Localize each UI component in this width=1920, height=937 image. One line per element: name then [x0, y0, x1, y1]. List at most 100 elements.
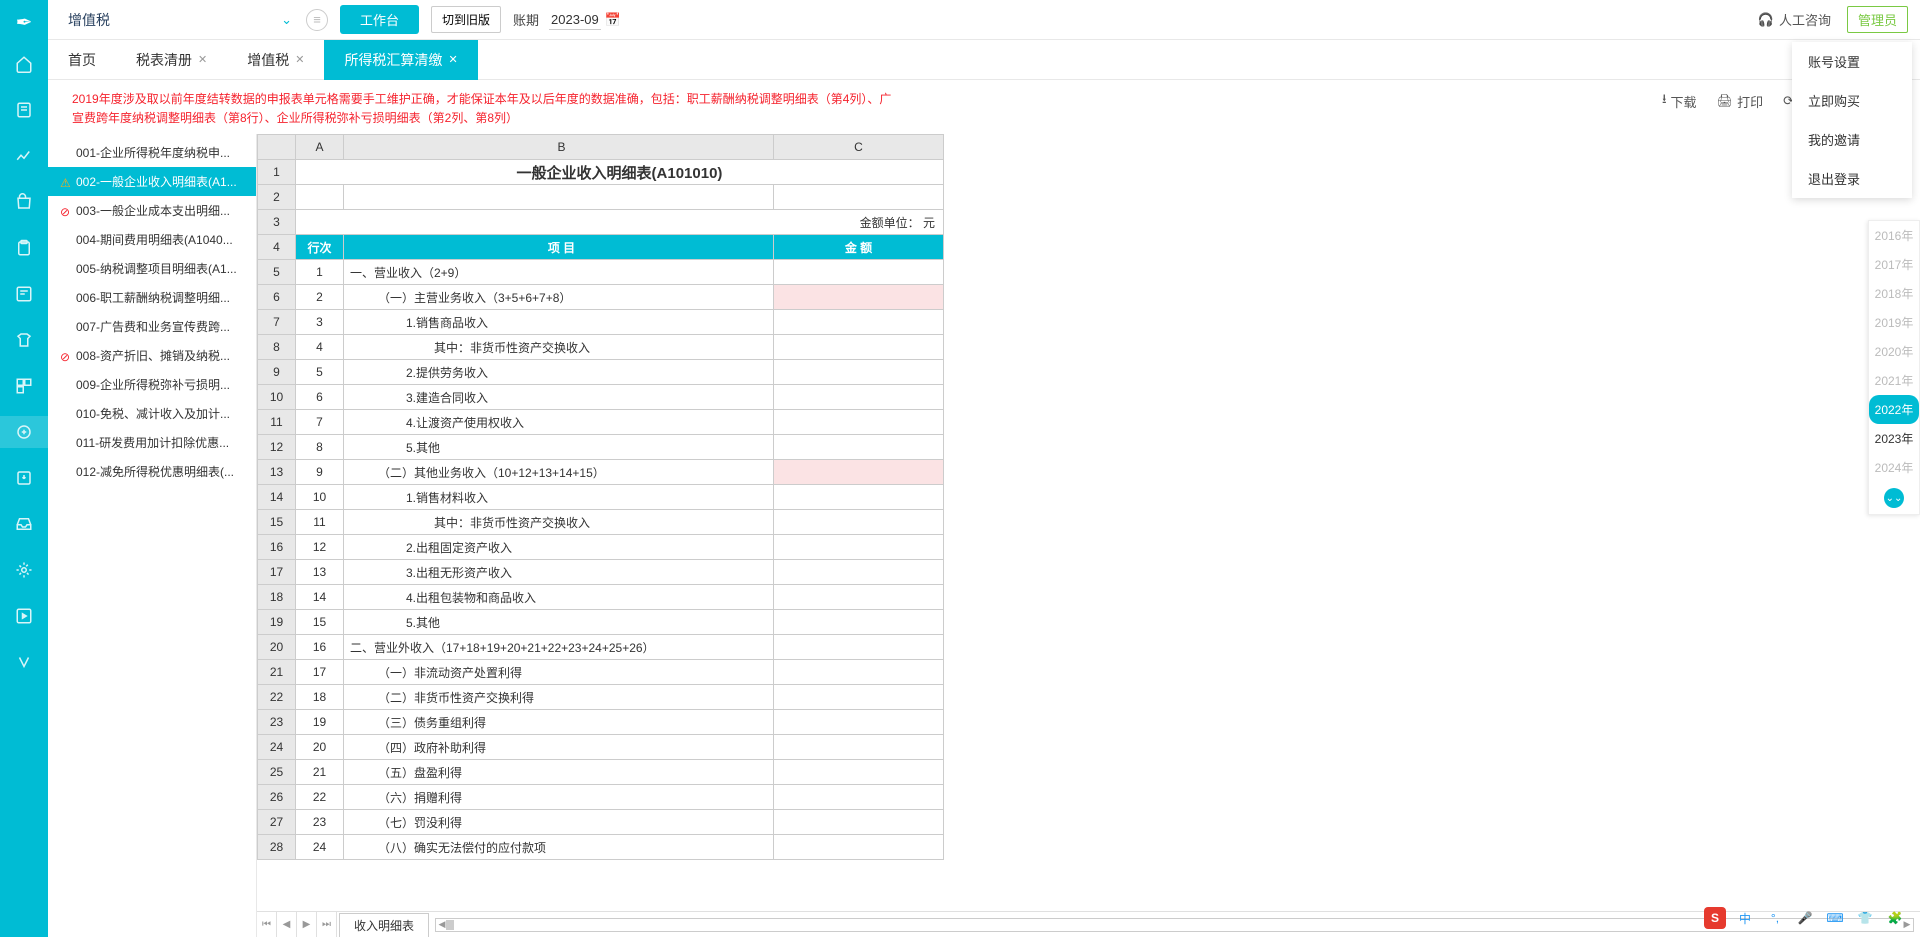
row-header[interactable]: 22 — [258, 685, 296, 710]
nav-chart-icon[interactable] — [0, 140, 48, 172]
year-option[interactable]: 2022年 — [1869, 395, 1919, 424]
row-header[interactable]: 25 — [258, 760, 296, 785]
col-header-c[interactable]: C — [774, 135, 944, 160]
cell-rownum[interactable]: 17 — [296, 660, 344, 685]
info-icon[interactable]: ≡ — [306, 9, 328, 31]
nav-bag-icon[interactable] — [0, 186, 48, 218]
year-option[interactable]: 2018年 — [1869, 279, 1919, 308]
tab-0[interactable]: 首页 — [48, 40, 116, 80]
cell-item[interactable]: （五）盘盈利得 — [344, 760, 774, 785]
close-icon[interactable]: ✕ — [295, 53, 304, 66]
form-item[interactable]: ⊘008-资产折旧、摊销及纳税... — [48, 341, 256, 370]
cell-amount[interactable] — [774, 635, 944, 660]
cell-amount[interactable] — [774, 335, 944, 360]
cell-amount[interactable] — [774, 735, 944, 760]
cell-amount[interactable] — [774, 585, 944, 610]
row-header[interactable]: 11 — [258, 410, 296, 435]
year-option[interactable]: 2017年 — [1869, 250, 1919, 279]
cell-item[interactable]: 其中：非货币性资产交换收入 — [344, 510, 774, 535]
cell-amount[interactable] — [774, 510, 944, 535]
consult-button[interactable]: 🎧 人工咨询 — [1758, 10, 1831, 29]
cell-amount[interactable] — [774, 785, 944, 810]
cell-amount[interactable] — [774, 710, 944, 735]
row-header[interactable]: 23 — [258, 710, 296, 735]
row-header[interactable]: 10 — [258, 385, 296, 410]
row-header[interactable]: 5 — [258, 260, 296, 285]
cell-item[interactable]: 5.其他 — [344, 610, 774, 635]
row-header[interactable]: 4 — [258, 235, 296, 260]
cell-amount[interactable] — [774, 435, 944, 460]
form-item[interactable]: 004-期间费用明细表(A1040... — [48, 225, 256, 254]
form-item[interactable]: 009-企业所得税弥补亏损明... — [48, 370, 256, 399]
nav-tshirt-icon[interactable] — [0, 324, 48, 356]
form-item[interactable]: ⊘003-一般企业成本支出明细... — [48, 196, 256, 225]
sheet-first-icon[interactable]: ⏮ — [257, 912, 277, 937]
row-header[interactable]: 7 — [258, 310, 296, 335]
cell-amount[interactable] — [774, 685, 944, 710]
nav-form-icon[interactable] — [0, 278, 48, 310]
row-header[interactable]: 14 — [258, 485, 296, 510]
row-header[interactable]: 26 — [258, 785, 296, 810]
cell-item[interactable]: 其中：非货币性资产交换收入 — [344, 335, 774, 360]
row-header[interactable]: 21 — [258, 660, 296, 685]
cell-amount[interactable] — [774, 560, 944, 585]
cell-rownum[interactable]: 14 — [296, 585, 344, 610]
cell-item[interactable]: 1.销售材料收入 — [344, 485, 774, 510]
user-menu-item[interactable]: 退出登录 — [1792, 159, 1912, 198]
cell-rownum[interactable]: 2 — [296, 285, 344, 310]
cell-rownum[interactable]: 21 — [296, 760, 344, 785]
cell-item[interactable]: （二）非货币性资产交换利得 — [344, 685, 774, 710]
row-header[interactable]: 3 — [258, 210, 296, 235]
cell-amount[interactable] — [774, 535, 944, 560]
entity-selector[interactable]: 增值税 ⌄ — [60, 6, 300, 34]
cell-item[interactable]: （四）政府补助利得 — [344, 735, 774, 760]
close-icon[interactable]: ✕ — [198, 53, 207, 66]
row-header[interactable]: 15 — [258, 510, 296, 535]
col-header-b[interactable]: B — [344, 135, 774, 160]
cell-item[interactable]: 4.出租包装物和商品收入 — [344, 585, 774, 610]
nav-tax-icon[interactable] — [0, 416, 48, 448]
user-menu-item[interactable]: 账号设置 — [1792, 42, 1912, 81]
cell-item[interactable]: （六）捐赠利得 — [344, 785, 774, 810]
cell-item[interactable]: 3.建造合同收入 — [344, 385, 774, 410]
cell-rownum[interactable]: 19 — [296, 710, 344, 735]
nav-grid-icon[interactable] — [0, 370, 48, 402]
cell-item[interactable]: 2.出租固定资产收入 — [344, 535, 774, 560]
nav-export-icon[interactable] — [0, 462, 48, 494]
cell-item[interactable]: （七）罚没利得 — [344, 810, 774, 835]
user-menu-item[interactable]: 立即购买 — [1792, 81, 1912, 120]
form-item[interactable]: 006-职工薪酬纳税调整明细... — [48, 283, 256, 312]
form-item[interactable]: 010-免税、减计收入及加计... — [48, 399, 256, 428]
year-option[interactable]: 2024年 — [1869, 453, 1919, 482]
cell-rownum[interactable]: 18 — [296, 685, 344, 710]
year-option[interactable]: 2019年 — [1869, 308, 1919, 337]
nav-home-icon[interactable] — [0, 48, 48, 80]
close-icon[interactable]: ✕ — [448, 53, 457, 66]
print-button[interactable]: 🖨打印 — [1717, 92, 1764, 111]
cell-item[interactable]: （一）非流动资产处置利得 — [344, 660, 774, 685]
cell-item[interactable]: 4.让渡资产使用权收入 — [344, 410, 774, 435]
cell-item[interactable]: （八）确实无法偿付的应付款项 — [344, 835, 774, 860]
cell-rownum[interactable]: 11 — [296, 510, 344, 535]
cell-rownum[interactable]: 23 — [296, 810, 344, 835]
tab-2[interactable]: 增值税✕ — [227, 40, 324, 80]
cell-rownum[interactable]: 3 — [296, 310, 344, 335]
form-item[interactable]: 007-广告费和业务宣传费跨... — [48, 312, 256, 341]
cell-rownum[interactable]: 13 — [296, 560, 344, 585]
cell-rownum[interactable]: 8 — [296, 435, 344, 460]
nav-inbox-icon[interactable] — [0, 508, 48, 540]
row-header[interactable]: 27 — [258, 810, 296, 835]
nav-v-icon[interactable] — [0, 646, 48, 678]
cell-amount[interactable] — [774, 760, 944, 785]
form-item[interactable]: 005-纳税调整项目明细表(A1... — [48, 254, 256, 283]
ime-punct-icon[interactable]: °, — [1764, 907, 1786, 929]
row-header[interactable]: 12 — [258, 435, 296, 460]
cell-amount[interactable] — [774, 810, 944, 835]
sheet-next-icon[interactable]: ▶ — [297, 912, 317, 937]
ime-mic-icon[interactable]: 🎤 — [1794, 907, 1816, 929]
cell-amount[interactable] — [774, 610, 944, 635]
tab-1[interactable]: 税表清册✕ — [116, 40, 227, 80]
cell-rownum[interactable]: 9 — [296, 460, 344, 485]
cell-rownum[interactable]: 7 — [296, 410, 344, 435]
ime-keyboard-icon[interactable]: ⌨ — [1824, 907, 1846, 929]
